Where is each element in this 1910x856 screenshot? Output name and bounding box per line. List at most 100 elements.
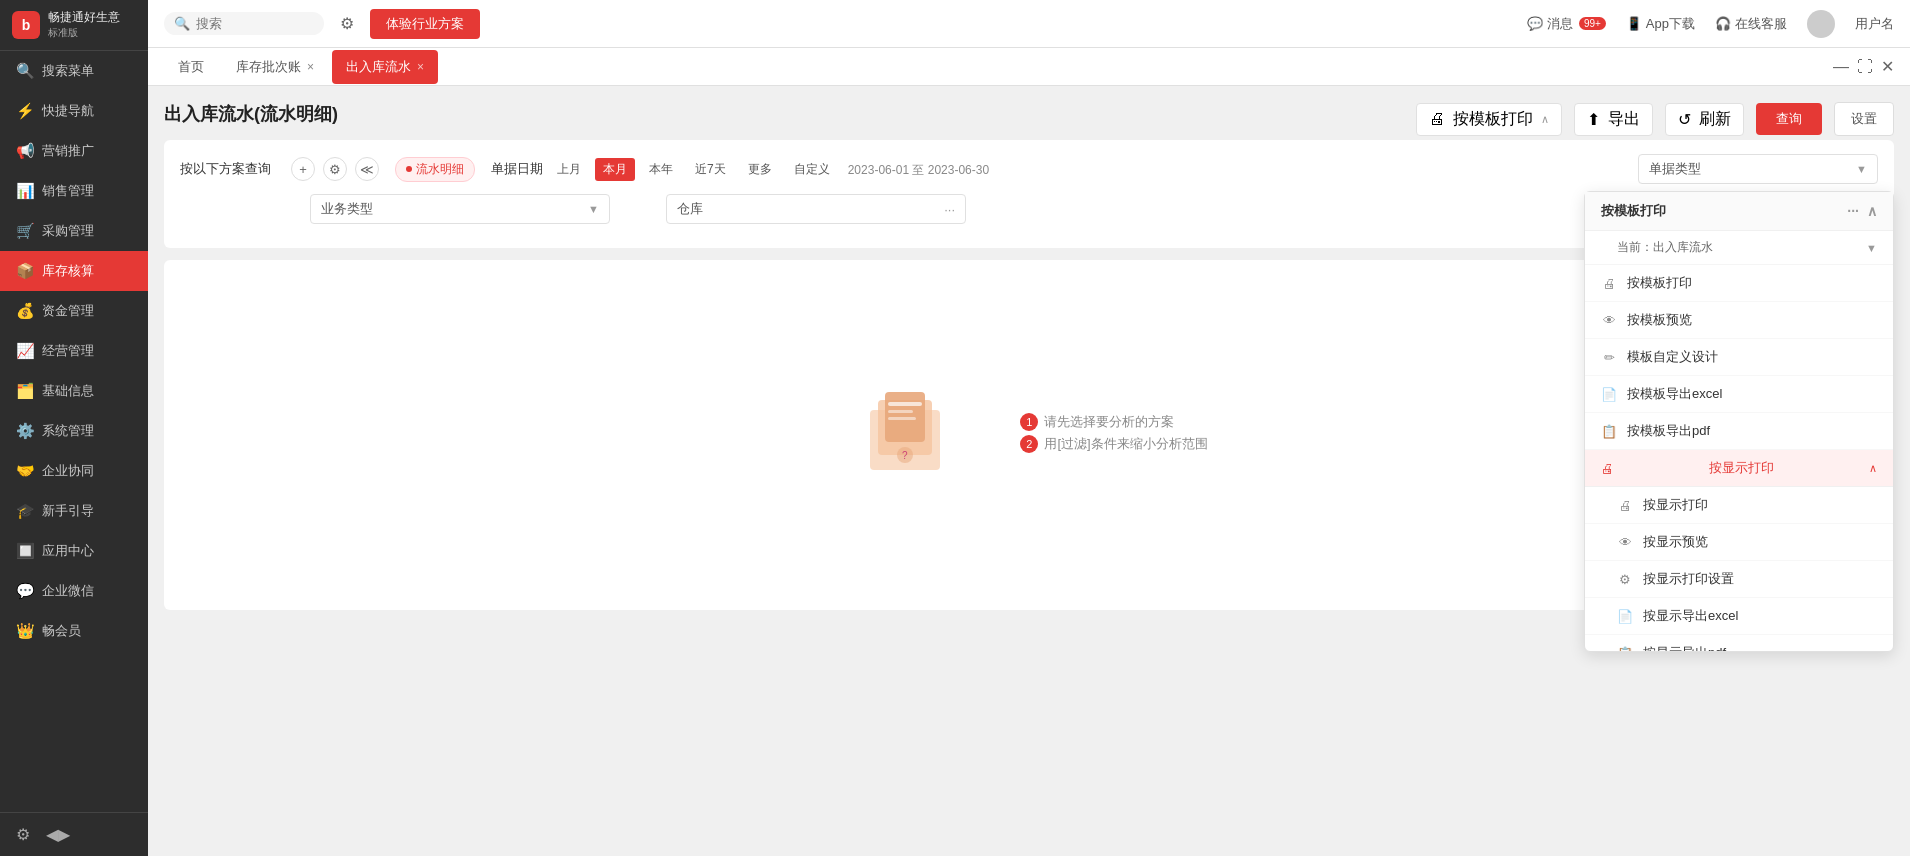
tab-home[interactable]: 首页 xyxy=(164,50,218,84)
search-input[interactable] xyxy=(196,16,296,31)
sidebar-item-search[interactable]: 🔍 搜索菜单 xyxy=(0,51,148,91)
sidebar-item-guide[interactable]: 🎓 新手引导 xyxy=(0,491,148,531)
date-opt-this-year[interactable]: 本年 xyxy=(641,158,681,181)
sidebar-item-finance[interactable]: 💰 资金管理 xyxy=(0,291,148,331)
dropdown-more-icon[interactable]: ··· xyxy=(1847,203,1859,219)
empty-tips-list: 1 请先选择要分析的方案 2 用[过滤]条件来缩小分析范围 xyxy=(1020,413,1207,457)
system-icon: ⚙️ xyxy=(16,422,34,440)
filter-dot xyxy=(406,166,412,172)
date-opt-custom[interactable]: 自定义 xyxy=(786,158,838,181)
tab-batch-account-close[interactable]: × xyxy=(307,60,314,74)
sidebar: b 畅捷通好生意 标准版 🔍 搜索菜单 ⚡ 快捷导航 📢 营销推广 📊 销售管理… xyxy=(0,0,148,856)
svg-rect-4 xyxy=(888,410,913,413)
sidebar-item-vip[interactable]: 👑 畅会员 xyxy=(0,611,148,651)
dropdown-template-custom-label: 模板自定义设计 xyxy=(1627,348,1718,366)
trial-button[interactable]: 体验行业方案 xyxy=(370,9,480,39)
query-button[interactable]: 查询 xyxy=(1756,103,1822,135)
settings-filter-button[interactable]: ⚙ xyxy=(323,157,347,181)
settings-bottom-icon[interactable]: ⚙ xyxy=(16,825,30,844)
dropdown-template-export-pdf[interactable]: 📋 按模板导出pdf xyxy=(1585,413,1893,450)
date-opt-this-month[interactable]: 本月 xyxy=(595,158,635,181)
dropdown-display-preview[interactable]: 👁 按显示预览 xyxy=(1585,524,1893,561)
date-opt-more[interactable]: 更多 xyxy=(740,158,780,181)
sidebar-item-label: 应用中心 xyxy=(42,542,94,560)
dropdown-display-group-header[interactable]: 🖨 按显示打印 ∧ xyxy=(1585,450,1893,487)
sidebar-bottom: ⚙ ◀▶ xyxy=(0,812,148,856)
online-service-button[interactable]: 🎧 在线客服 xyxy=(1715,15,1787,33)
enterprise-icon: 🤝 xyxy=(16,462,34,480)
display-settings-icon: ⚙ xyxy=(1617,571,1633,587)
warehouse-label: 仓库 xyxy=(677,200,703,218)
finance-icon: 💰 xyxy=(16,302,34,320)
chevron-down-current-icon: ▼ xyxy=(1866,242,1877,254)
tab-inout-flow-close[interactable]: × xyxy=(417,60,424,74)
refresh-button[interactable]: ↺ 刷新 xyxy=(1665,103,1744,136)
toggle-sidebar-icon[interactable]: ◀▶ xyxy=(46,825,70,844)
tab-batch-account[interactable]: 库存批次账 × xyxy=(222,50,328,84)
sidebar-item-purchase[interactable]: 🛒 采购管理 xyxy=(0,211,148,251)
preview-icon: 👁 xyxy=(1601,312,1617,328)
tabs-bar: 首页 库存批次账 × 出入库流水 × — ⛶ ✕ xyxy=(148,48,1910,86)
date-filter-label: 单据日期 xyxy=(491,160,543,178)
sidebar-item-operations[interactable]: 📈 经营管理 xyxy=(0,331,148,371)
empty-tip-1: 1 请先选择要分析的方案 xyxy=(1020,413,1207,431)
date-opt-last-7[interactable]: 近7天 xyxy=(687,158,734,181)
search-icon: 🔍 xyxy=(174,16,190,31)
dropdown-template-print[interactable]: 🖨 按模板打印 xyxy=(1585,265,1893,302)
biz-type-select[interactable]: 业务类型 ▼ xyxy=(310,194,610,224)
add-filter-button[interactable]: + xyxy=(291,157,315,181)
refresh-label: 刷新 xyxy=(1699,109,1731,130)
sidebar-item-label: 库存核算 xyxy=(42,262,94,280)
dropdown-header: 按模板打印 ··· ∧ xyxy=(1585,192,1893,231)
tab-inout-flow-label: 出入库流水 xyxy=(346,58,411,76)
date-opt-last-month[interactable]: 上月 xyxy=(549,158,589,181)
dropdown-display-export-excel[interactable]: 📄 按显示导出excel xyxy=(1585,598,1893,635)
sidebar-item-enterprise[interactable]: 🤝 企业协同 xyxy=(0,451,148,491)
sidebar-item-quick-nav[interactable]: ⚡ 快捷导航 xyxy=(0,91,148,131)
message-button[interactable]: 💬 消息 99+ xyxy=(1527,15,1606,33)
dropdown-template-preview-label: 按模板预览 xyxy=(1627,311,1692,329)
sidebar-item-apps[interactable]: 🔲 应用中心 xyxy=(0,531,148,571)
sidebar-item-marketing[interactable]: 📢 营销推广 xyxy=(0,131,148,171)
dropdown-chevron-up-icon[interactable]: ∧ xyxy=(1867,203,1877,219)
active-filter-tag[interactable]: 流水明细 xyxy=(395,157,475,182)
display-excel-icon: 📄 xyxy=(1617,608,1633,624)
settings-button[interactable]: 设置 xyxy=(1834,102,1894,136)
apps-icon: 🔲 xyxy=(16,542,34,560)
close-window-icon[interactable]: ✕ xyxy=(1881,57,1894,76)
dropdown-display-group-label: 按显示打印 xyxy=(1709,459,1774,477)
dropdown-display-print-settings[interactable]: ⚙ 按显示打印设置 xyxy=(1585,561,1893,598)
tip-text-1: 请先选择要分析的方案 xyxy=(1044,413,1174,431)
app-download-button[interactable]: 📱 App下载 xyxy=(1626,15,1695,33)
topbar-search-box[interactable]: 🔍 xyxy=(164,12,324,35)
dropdown-display-export-pdf[interactable]: 📋 按显示导出pdf xyxy=(1585,635,1893,651)
dropdown-template-preview[interactable]: 👁 按模板预览 xyxy=(1585,302,1893,339)
dropdown-template-export-excel[interactable]: 📄 按模板导出excel xyxy=(1585,376,1893,413)
sidebar-item-wechat[interactable]: 💬 企业微信 xyxy=(0,571,148,611)
display-print-icon: 🖨 xyxy=(1617,497,1633,513)
sidebar-item-basic[interactable]: 🗂️ 基础信息 xyxy=(0,371,148,411)
maximize-icon[interactable]: ⛶ xyxy=(1857,58,1873,76)
sidebar-item-system[interactable]: ⚙️ 系统管理 xyxy=(0,411,148,451)
topbar: 🔍 ⚙ 体验行业方案 💬 消息 99+ 📱 App下载 🎧 在线客服 用户名 xyxy=(148,0,1910,48)
dropdown-display-export-pdf-label: 按显示导出pdf xyxy=(1643,644,1726,651)
tab-inout-flow[interactable]: 出入库流水 × xyxy=(332,50,438,84)
dropdown-display-print[interactable]: 🖨 按显示打印 xyxy=(1585,487,1893,524)
template-print-button[interactable]: 🖨 按模板打印 ∧ xyxy=(1416,103,1562,136)
sidebar-item-label: 快捷导航 xyxy=(42,102,94,120)
display-pdf-icon: 📋 xyxy=(1617,645,1633,651)
warehouse-select[interactable]: 仓库 ··· xyxy=(666,194,966,224)
minimize-icon[interactable]: — xyxy=(1833,58,1849,76)
date-filter: 单据日期 上月 本月 本年 近7天 更多 自定义 2023-06-01 至 20… xyxy=(491,158,1602,181)
sidebar-item-inventory[interactable]: 📦 库存核算 xyxy=(0,251,148,291)
export-button[interactable]: ⬆ 导出 xyxy=(1574,103,1653,136)
dropdown-template-custom[interactable]: ✏ 模板自定义设计 xyxy=(1585,339,1893,376)
doc-type-select[interactable]: 单据类型 ▼ xyxy=(1638,154,1878,184)
collapse-filter-button[interactable]: ≪ xyxy=(355,157,379,181)
sidebar-item-sales[interactable]: 📊 销售管理 xyxy=(0,171,148,211)
svg-text:?: ? xyxy=(902,450,908,461)
basic-icon: 🗂️ xyxy=(16,382,34,400)
user-avatar[interactable] xyxy=(1807,10,1835,38)
sidebar-item-label: 资金管理 xyxy=(42,302,94,320)
settings-icon[interactable]: ⚙ xyxy=(340,14,354,33)
